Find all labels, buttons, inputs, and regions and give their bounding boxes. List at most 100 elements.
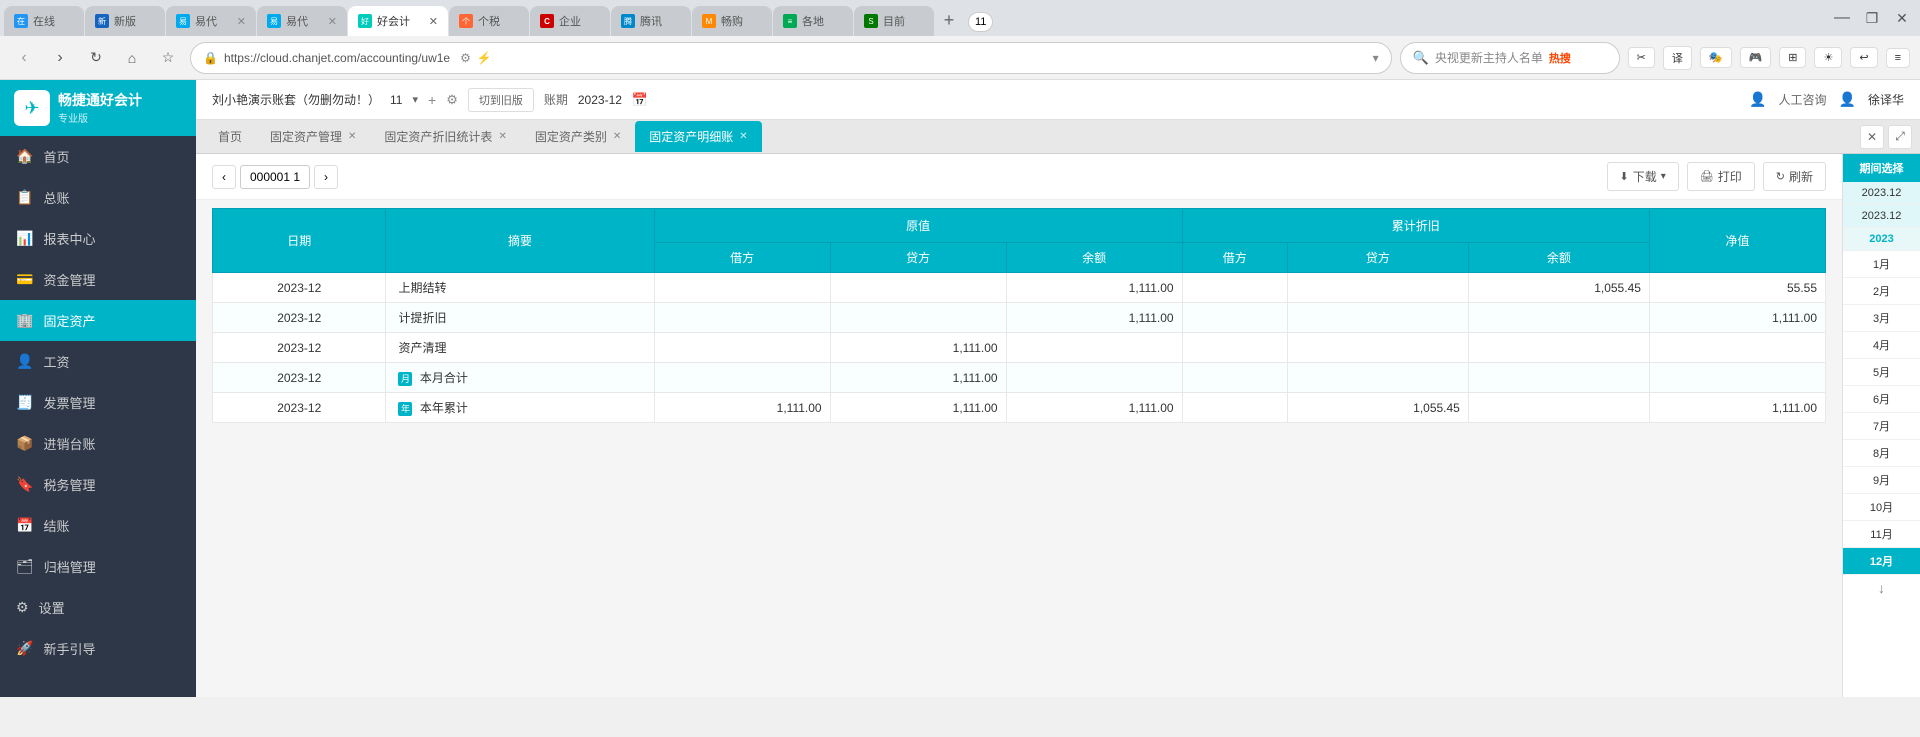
window-restore[interactable]: ❐: [1858, 4, 1886, 32]
calendar-icon[interactable]: 📅: [632, 92, 648, 108]
browser-tab-gd[interactable]: ≡ 各地: [773, 6, 853, 36]
prev-page-button[interactable]: ‹: [212, 165, 236, 189]
tab-favicon-qy: C: [540, 14, 554, 28]
sidebar-item-fixed-assets[interactable]: 🏢 固定资产: [0, 300, 196, 341]
period-month-2[interactable]: 2月: [1843, 278, 1920, 305]
browser-tab-xb[interactable]: 新 新版: [85, 6, 165, 36]
sidebar-item-home[interactable]: 🏠 首页: [0, 136, 196, 177]
notification-badge[interactable]: 11: [968, 12, 993, 32]
period-selected-1[interactable]: 2023.12: [1843, 182, 1920, 205]
download-dropdown-icon: ▾: [1661, 171, 1666, 182]
service-label[interactable]: 人工咨询: [1779, 91, 1827, 108]
period-month-5[interactable]: 5月: [1843, 359, 1920, 386]
refresh-button[interactable]: ↻ 刷新: [1763, 162, 1826, 191]
sidebar-item-invoice-mgmt[interactable]: 🧾 发票管理: [0, 382, 196, 423]
nav-forward[interactable]: ›: [46, 44, 74, 72]
tab-fixed-asset-depr-close[interactable]: ✕: [498, 131, 506, 142]
sidebar-item-fund-mgmt[interactable]: 💳 资金管理: [0, 259, 196, 300]
browser-tab-mr[interactable]: S 目前: [854, 6, 934, 36]
period-month-9[interactable]: 9月: [1843, 467, 1920, 494]
tab-fixed-asset-mgmt-close[interactable]: ✕: [348, 131, 356, 142]
switch-version-button[interactable]: 切到旧版: [468, 88, 534, 112]
address-field[interactable]: 🔒 https://cloud.chanjet.com/accounting/u…: [190, 42, 1392, 74]
fixed-assets-icon: 🏢: [16, 312, 33, 329]
emoji-btn[interactable]: 🎭: [1700, 47, 1732, 68]
search-bar[interactable]: 🔍 央视更新主持人名单 热搜: [1400, 42, 1620, 74]
browser-tab-yd1[interactable]: 易 易代 ✕: [166, 6, 256, 36]
service-icon: 👤: [1749, 91, 1766, 108]
window-close[interactable]: ✕: [1888, 4, 1916, 32]
next-page-button[interactable]: ›: [314, 165, 338, 189]
nav-back[interactable]: ‹: [10, 44, 38, 72]
settings-label: 设置: [39, 598, 65, 617]
sidebar-item-close-account[interactable]: 📅 结账: [0, 505, 196, 546]
menu-btn[interactable]: ≡: [1886, 48, 1910, 68]
tab-fixed-asset-depr[interactable]: 固定资产折旧统计表 ✕: [370, 121, 520, 152]
tab-close-hjj[interactable]: ✕: [429, 15, 438, 28]
tab-fixed-asset-detail[interactable]: 固定资产明细账 ✕: [635, 121, 761, 152]
nav-bookmark[interactable]: ☆: [154, 44, 182, 72]
browser-tab-yd2[interactable]: 易 易代 ✕: [257, 6, 347, 36]
sidebar-item-settings[interactable]: ⚙ 设置: [0, 587, 196, 628]
sidebar-item-archive-mgmt[interactable]: 🗂 归档管理: [0, 546, 196, 587]
period-month-6[interactable]: 6月: [1843, 386, 1920, 413]
tab-label-gs: 个税: [478, 13, 500, 29]
sidebar-item-new-guide[interactable]: 🚀 新手引导: [0, 628, 196, 669]
browser-tab-cg[interactable]: M 畅购: [692, 6, 772, 36]
print-button[interactable]: 🖨 打印: [1687, 162, 1755, 191]
translate2-btn[interactable]: 译: [1663, 46, 1692, 70]
period-month-12[interactable]: 12月: [1843, 548, 1920, 575]
address-dropdown-icon[interactable]: ▾: [1373, 51, 1379, 65]
tab-fixed-asset-detail-close[interactable]: ✕: [739, 131, 747, 142]
page-number-input[interactable]: [240, 165, 310, 189]
tax-mgmt-icon: 🔖: [16, 476, 33, 493]
add-account-btn[interactable]: +: [428, 92, 436, 108]
browser-tab-gs[interactable]: 个 个税: [449, 6, 529, 36]
period-selected-2[interactable]: 2023.12: [1843, 205, 1920, 228]
tab-fixed-asset-cat[interactable]: 固定资产类别 ✕: [521, 121, 635, 152]
period-month-4[interactable]: 4月: [1843, 332, 1920, 359]
window-minimize[interactable]: —: [1828, 4, 1856, 32]
general-ledger-icon: 📋: [16, 189, 33, 206]
download-button[interactable]: ⬇ 下载 ▾: [1607, 162, 1679, 191]
browser-tab-hjj[interactable]: 好 好会计 ✕: [348, 6, 448, 36]
grid-btn[interactable]: ⊞: [1779, 47, 1806, 68]
tab-fixed-asset-cat-close[interactable]: ✕: [613, 131, 621, 142]
sidebar-item-purchase-sales[interactable]: 📦 进销台账: [0, 423, 196, 464]
sidebar-item-reports[interactable]: 📊 报表中心: [0, 218, 196, 259]
sidebar-item-payroll[interactable]: 👤 工资: [0, 341, 196, 382]
close-account-icon: 📅: [16, 517, 33, 534]
page-close-button[interactable]: ✕: [1860, 125, 1884, 149]
new-tab-button[interactable]: +: [935, 6, 963, 34]
period-month-7[interactable]: 7月: [1843, 413, 1920, 440]
translate-btn[interactable]: ✂: [1628, 47, 1655, 68]
browser-tab-tx[interactable]: 腾 腾讯: [611, 6, 691, 36]
main-content: 刘小艳演示账套（勿删勿动！） 11 ▾ + ⚙ 切到旧版 账期 2023-12 …: [196, 80, 1920, 697]
settings2-icon[interactable]: ⚙: [446, 92, 458, 108]
brightness-btn[interactable]: ☀: [1814, 47, 1842, 68]
period-month-1[interactable]: 1月: [1843, 251, 1920, 278]
browser-tab-zx[interactable]: 在 在线: [4, 6, 84, 36]
page-expand-button[interactable]: ⤢: [1888, 125, 1912, 149]
address-text: https://cloud.chanjet.com/accounting/uw1…: [224, 51, 450, 65]
undo-btn[interactable]: ↩: [1850, 47, 1877, 68]
period-month-10[interactable]: 10月: [1843, 494, 1920, 521]
sidebar-item-tax-mgmt[interactable]: 🔖 税务管理: [0, 464, 196, 505]
period-month-8[interactable]: 8月: [1843, 440, 1920, 467]
row5-net-value: 1,111.00: [1649, 393, 1825, 423]
nav-home[interactable]: ⌂: [118, 44, 146, 72]
tab-fixed-asset-mgmt[interactable]: 固定资产管理 ✕: [256, 121, 370, 152]
tab-close-yd2[interactable]: ✕: [328, 15, 337, 28]
nav-refresh[interactable]: ↻: [82, 44, 110, 72]
tab-favicon-yd2: 易: [267, 14, 281, 28]
period-month-11[interactable]: 11月: [1843, 521, 1920, 548]
account-dropdown-icon[interactable]: ▾: [412, 93, 418, 106]
sidebar-item-general-ledger[interactable]: 📋 总账: [0, 177, 196, 218]
tab-close-yd1[interactable]: ✕: [237, 15, 246, 28]
tab-home[interactable]: 首页: [204, 121, 256, 152]
browser-tab-qy[interactable]: C 企业: [530, 6, 610, 36]
game-btn[interactable]: 🎮: [1740, 47, 1772, 68]
period-month-3[interactable]: 3月: [1843, 305, 1920, 332]
period-scroll-down[interactable]: ↓: [1843, 575, 1920, 601]
row2-orig-credit: [830, 303, 1006, 333]
